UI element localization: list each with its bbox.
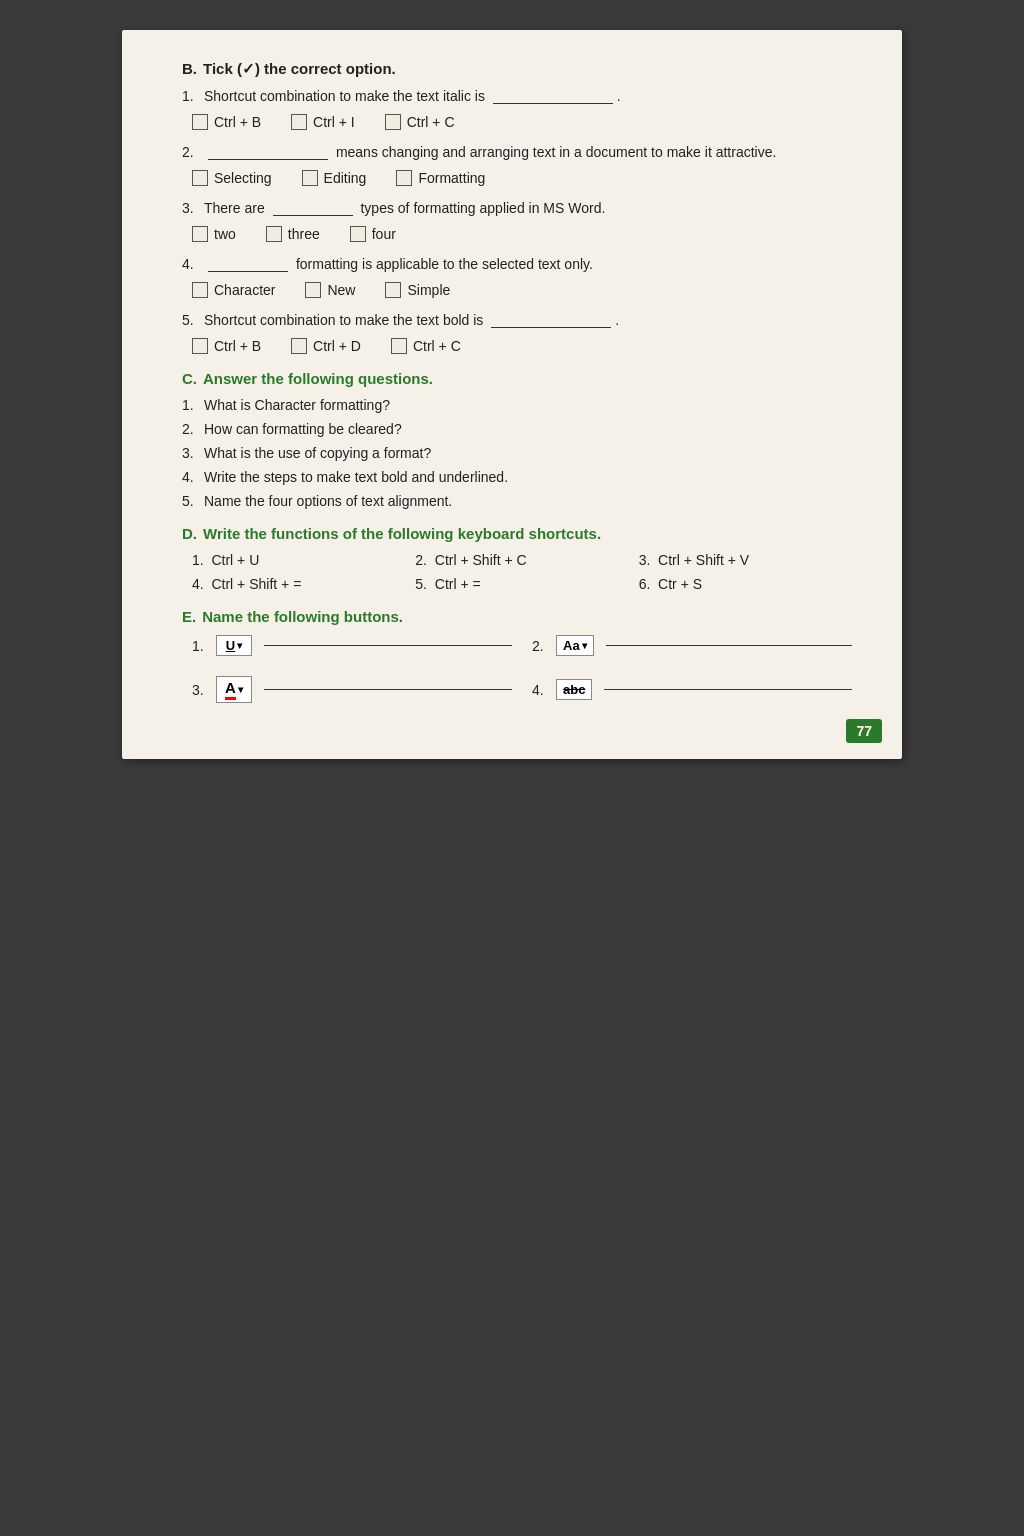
option-new[interactable]: New [305,282,355,298]
checkbox-editing[interactable] [302,170,318,186]
checkbox-selecting[interactable] [192,170,208,186]
button-item-3: 3. A ▾ [192,676,512,703]
section-d: D. Write the functions of the following … [182,525,852,592]
checkbox-character[interactable] [192,282,208,298]
font-color-button: A ▾ [216,676,252,703]
option-ctrlc-5[interactable]: Ctrl + C [391,338,461,354]
option-formatting[interactable]: Formatting [396,170,485,186]
q4-text: formatting is applicable to the selected… [204,256,593,272]
checkbox-three[interactable] [266,226,282,242]
checkbox-new[interactable] [305,282,321,298]
q4-number: 4. [182,256,204,272]
section-e-label: E. [182,608,196,625]
question-b4: 4. formatting is applicable to the selec… [182,256,852,298]
buttons-grid: 1. U ▾ 2. Aa ▾ 3. A [192,635,852,703]
button-item-4: 4. abc [532,676,852,703]
checkbox-four[interactable] [350,226,366,242]
shortcut-4: 4. Ctrl + Shift + = [192,576,405,592]
question-b2: 2. means changing and arranging text in … [182,144,852,186]
q3-number: 3. [182,200,204,216]
shortcut-1: 1. Ctrl + U [192,552,405,568]
section-c-label: C. [182,370,197,387]
section-b: B. Tick (✓) the correct option. 1. Short… [182,60,852,354]
checkbox-ctrlb-1[interactable] [192,114,208,130]
option-selecting[interactable]: Selecting [192,170,272,186]
q5-text: Shortcut combination to make the text bo… [204,312,619,328]
question-b3: 3. There are types of formatting applied… [182,200,852,242]
option-ctrlb-1[interactable]: Ctrl + B [192,114,261,130]
checkbox-ctrlb-5[interactable] [192,338,208,354]
option-ctrlb-5[interactable]: Ctrl + B [192,338,261,354]
page-number: 77 [846,719,882,743]
c-q5: 5. Name the four options of text alignme… [182,493,852,509]
shortcut-2: 2. Ctrl + Shift + C [415,552,628,568]
c-q4: 4. Write the steps to make text bold and… [182,469,852,485]
option-simple[interactable]: Simple [385,282,450,298]
checkbox-two[interactable] [192,226,208,242]
checkbox-simple[interactable] [385,282,401,298]
section-d-title: Write the functions of the following key… [203,525,601,542]
checkbox-ctrlc-5[interactable] [391,338,407,354]
strikethrough-button: abc [556,679,592,700]
section-d-label: D. [182,525,197,542]
shortcuts-grid: 1. Ctrl + U 2. Ctrl + Shift + C 3. Ctrl … [192,552,852,592]
option-ctrlc-1[interactable]: Ctrl + C [385,114,455,130]
option-three[interactable]: three [266,226,320,242]
c-q1: 1. What is Character formatting? [182,397,852,413]
checkbox-ctrlc-1[interactable] [385,114,401,130]
c-q3: 3. What is the use of copying a format? [182,445,852,461]
q5-number: 5. [182,312,204,328]
shortcut-3: 3. Ctrl + Shift + V [639,552,852,568]
section-b-title: Tick (✓) the correct option. [203,60,396,78]
underline-button: U ▾ [216,635,252,656]
page-content: B. Tick (✓) the correct option. 1. Short… [122,30,902,759]
question-b5: 5. Shortcut combination to make the text… [182,312,852,354]
option-ctrli[interactable]: Ctrl + I [291,114,355,130]
option-editing[interactable]: Editing [302,170,367,186]
case-button: Aa ▾ [556,635,594,656]
option-two[interactable]: two [192,226,236,242]
section-b-label: B. [182,60,197,77]
shortcut-5: 5. Ctrl + = [415,576,628,592]
q2-text: means changing and arranging text in a d… [204,144,776,160]
button-item-2: 2. Aa ▾ [532,635,852,656]
section-e: E. Name the following buttons. 1. U ▾ 2.… [182,608,852,703]
option-character[interactable]: Character [192,282,275,298]
c-q2: 2. How can formatting be cleared? [182,421,852,437]
q2-number: 2. [182,144,204,160]
q1-text: Shortcut combination to make the text it… [204,88,621,104]
shortcut-6: 6. Ctr + S [639,576,852,592]
button-item-1: 1. U ▾ [192,635,512,656]
question-b1: 1. Shortcut combination to make the text… [182,88,852,130]
section-c: C. Answer the following questions. 1. Wh… [182,370,852,509]
option-ctrld[interactable]: Ctrl + D [291,338,361,354]
section-c-title: Answer the following questions. [203,370,433,387]
checkbox-ctrli[interactable] [291,114,307,130]
option-four[interactable]: four [350,226,396,242]
checkbox-formatting[interactable] [396,170,412,186]
section-e-title: Name the following buttons. [202,608,403,625]
q1-number: 1. [182,88,204,104]
q3-text: There are types of formatting applied in… [204,200,605,216]
checkbox-ctrld[interactable] [291,338,307,354]
